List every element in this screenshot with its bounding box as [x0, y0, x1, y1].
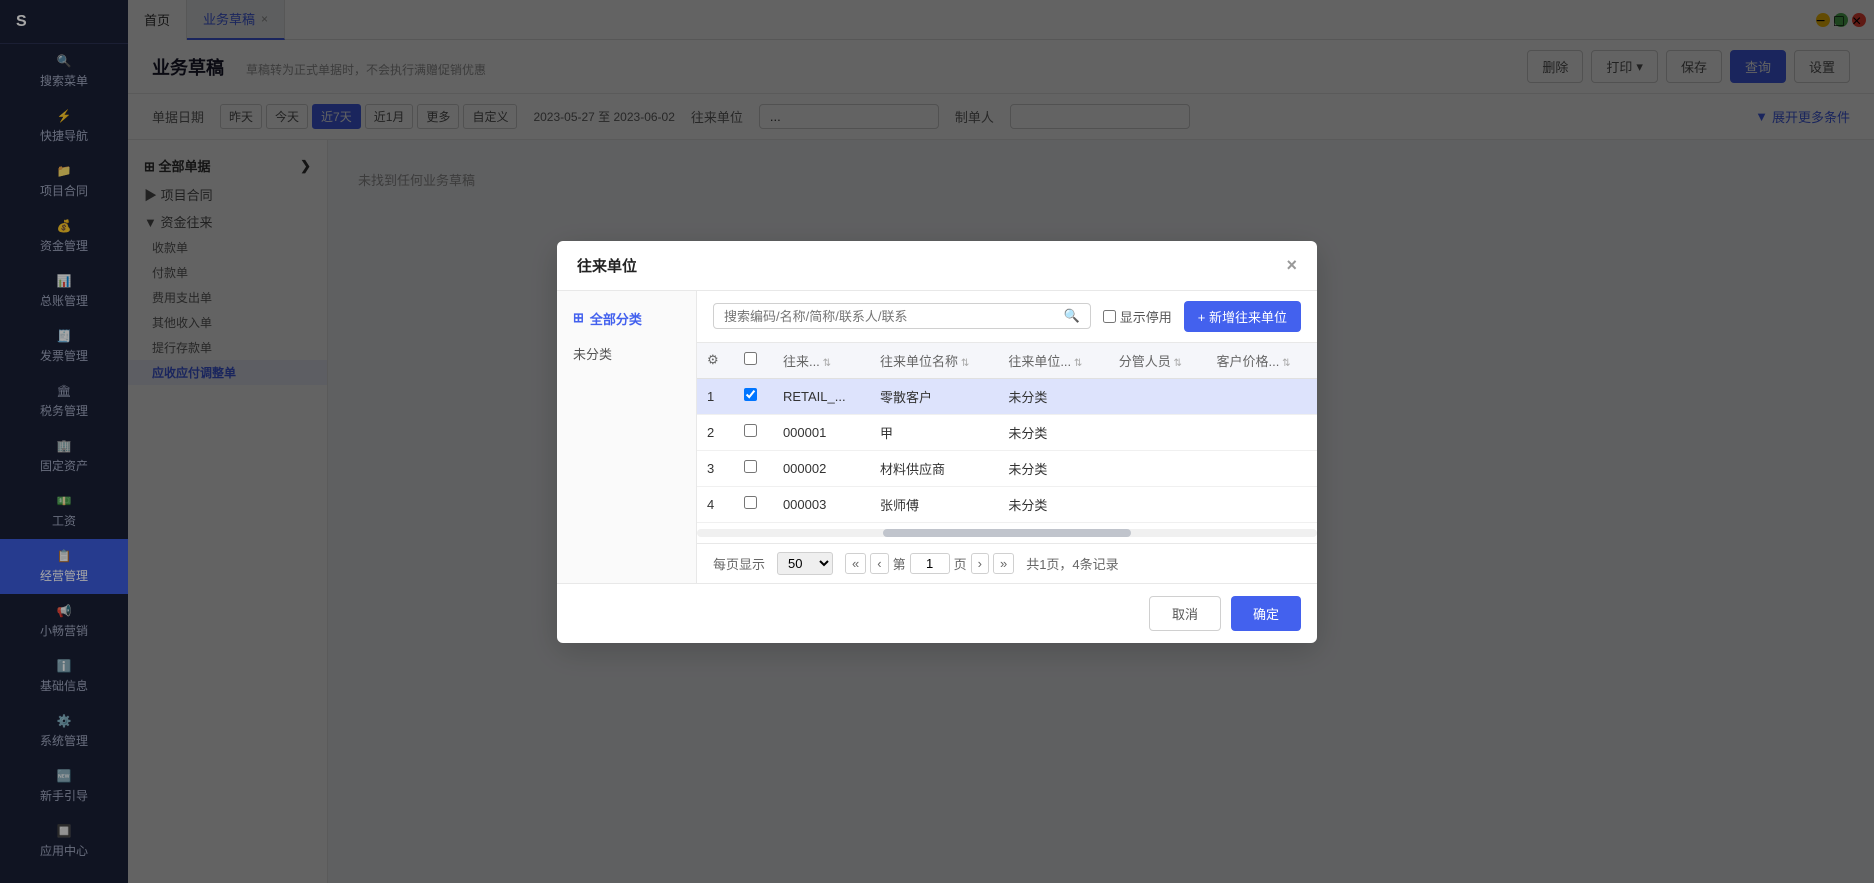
cell-num: 3	[697, 450, 734, 486]
modal-sidebar-all[interactable]: ⊞ 全部分类	[557, 301, 696, 336]
page-label: 第	[893, 554, 906, 573]
modal-sidebar-uncategorized-label: 未分类	[573, 344, 612, 363]
main-area: 首页 业务草稿 × − □ × 业务草稿 草稿转为正式单据时，不会执行满赠促销优…	[128, 0, 1874, 883]
cell-name: 零散客户	[870, 378, 998, 414]
modal-sidebar-uncategorized[interactable]: 未分类	[557, 336, 696, 371]
last-page-button[interactable]: »	[993, 553, 1014, 574]
prev-page-button[interactable]: ‹	[870, 553, 888, 574]
cell-category: 未分类	[998, 486, 1108, 522]
row-checkbox[interactable]	[744, 496, 757, 509]
modal-toolbar: 🔍 显示停用 + 新增往来单位	[697, 291, 1317, 343]
cell-name: 材料供应商	[870, 450, 998, 486]
modal-actions: 取消 确定	[557, 583, 1317, 643]
table-row[interactable]: 3 000002 材料供应商 未分类	[697, 450, 1317, 486]
search-icon: 🔍	[1064, 308, 1080, 324]
modal-search-input[interactable]	[724, 309, 1058, 324]
cell-name: 甲	[870, 414, 998, 450]
modal-counterparty: 往来单位 × ⊞ 全部分类 未分类	[557, 241, 1317, 643]
horizontal-scrollbar[interactable]	[697, 529, 1317, 537]
page-unit: 页	[954, 554, 967, 573]
page-size-label: 每页显示	[713, 554, 765, 573]
table-row[interactable]: 2 000001 甲 未分类	[697, 414, 1317, 450]
cell-price	[1207, 414, 1318, 450]
modal-search-box[interactable]: 🔍	[713, 303, 1091, 329]
row-checkbox[interactable]	[744, 424, 757, 437]
cell-category: 未分类	[998, 450, 1108, 486]
cell-num: 4	[697, 486, 734, 522]
col-code[interactable]: 往来...	[773, 343, 870, 379]
row-checkbox[interactable]	[744, 460, 757, 473]
pagination: « ‹ 第 页 › »	[845, 553, 1014, 574]
counterparty-table: ⚙ 往来... 往来单位名称 往来单位... 分管人员 客户价格...	[697, 343, 1317, 523]
first-page-button[interactable]: «	[845, 553, 866, 574]
col-checkbox[interactable]	[734, 343, 773, 379]
cancel-button[interactable]: 取消	[1149, 596, 1221, 631]
cell-manager	[1109, 414, 1207, 450]
scrollbar-thumb[interactable]	[883, 529, 1131, 537]
cell-code: 000001	[773, 414, 870, 450]
table-header-row: ⚙ 往来... 往来单位名称 往来单位... 分管人员 客户价格...	[697, 343, 1317, 379]
show-disabled-toggle[interactable]: 显示停用	[1103, 307, 1172, 326]
cell-price	[1207, 486, 1318, 522]
add-counterparty-button[interactable]: + 新增往来单位	[1184, 301, 1301, 332]
page-number-input[interactable]	[910, 553, 950, 574]
modal-sidebar-all-label: 全部分类	[590, 309, 642, 328]
modal-title: 往来单位	[577, 255, 637, 276]
table-row[interactable]: 4 000003 张师傅 未分类	[697, 486, 1317, 522]
cell-num: 2	[697, 414, 734, 450]
modal-sidebar: ⊞ 全部分类 未分类	[557, 291, 697, 583]
cell-code: 000002	[773, 450, 870, 486]
col-name[interactable]: 往来单位名称	[870, 343, 998, 379]
cell-code: 000003	[773, 486, 870, 522]
cell-check[interactable]	[734, 450, 773, 486]
col-price[interactable]: 客户价格...	[1207, 343, 1318, 379]
show-disabled-checkbox[interactable]	[1103, 310, 1116, 323]
cell-check[interactable]	[734, 414, 773, 450]
table-row[interactable]: 1 RETAIL_... 零散客户 未分类	[697, 378, 1317, 414]
modal-overlay: 往来单位 × ⊞ 全部分类 未分类	[0, 0, 1874, 883]
cell-manager	[1109, 450, 1207, 486]
cell-category: 未分类	[998, 414, 1108, 450]
cell-check[interactable]	[734, 486, 773, 522]
cell-category: 未分类	[998, 378, 1108, 414]
next-page-button[interactable]: ›	[971, 553, 989, 574]
col-manager[interactable]: 分管人员	[1109, 343, 1207, 379]
cell-num: 1	[697, 378, 734, 414]
cell-manager	[1109, 486, 1207, 522]
show-disabled-label: 显示停用	[1120, 307, 1172, 326]
confirm-button[interactable]: 确定	[1231, 596, 1301, 631]
col-category[interactable]: 往来单位...	[998, 343, 1108, 379]
grid-icon: ⊞	[573, 310, 584, 326]
cell-check[interactable]	[734, 378, 773, 414]
cell-manager	[1109, 378, 1207, 414]
modal-table: ⚙ 往来... 往来单位名称 往来单位... 分管人员 客户价格...	[697, 343, 1317, 543]
page-size-select[interactable]: 50 10 20 100	[777, 552, 833, 575]
modal-body: ⊞ 全部分类 未分类 🔍	[557, 291, 1317, 583]
cell-price	[1207, 450, 1318, 486]
row-checkbox[interactable]	[744, 388, 757, 401]
col-settings[interactable]: ⚙	[697, 343, 734, 379]
select-all-checkbox[interactable]	[744, 352, 757, 365]
modal-pagination-bar: 每页显示 50 10 20 100 « ‹ 第 页	[697, 543, 1317, 583]
modal-close-button[interactable]: ×	[1286, 255, 1297, 276]
total-records-label: 共1页，4条记录	[1026, 554, 1118, 573]
cell-price	[1207, 378, 1318, 414]
modal-header: 往来单位 ×	[557, 241, 1317, 291]
cell-name: 张师傅	[870, 486, 998, 522]
table-body: 1 RETAIL_... 零散客户 未分类 2	[697, 378, 1317, 522]
modal-main: 🔍 显示停用 + 新增往来单位 ⚙	[697, 291, 1317, 583]
cell-code: RETAIL_...	[773, 378, 870, 414]
